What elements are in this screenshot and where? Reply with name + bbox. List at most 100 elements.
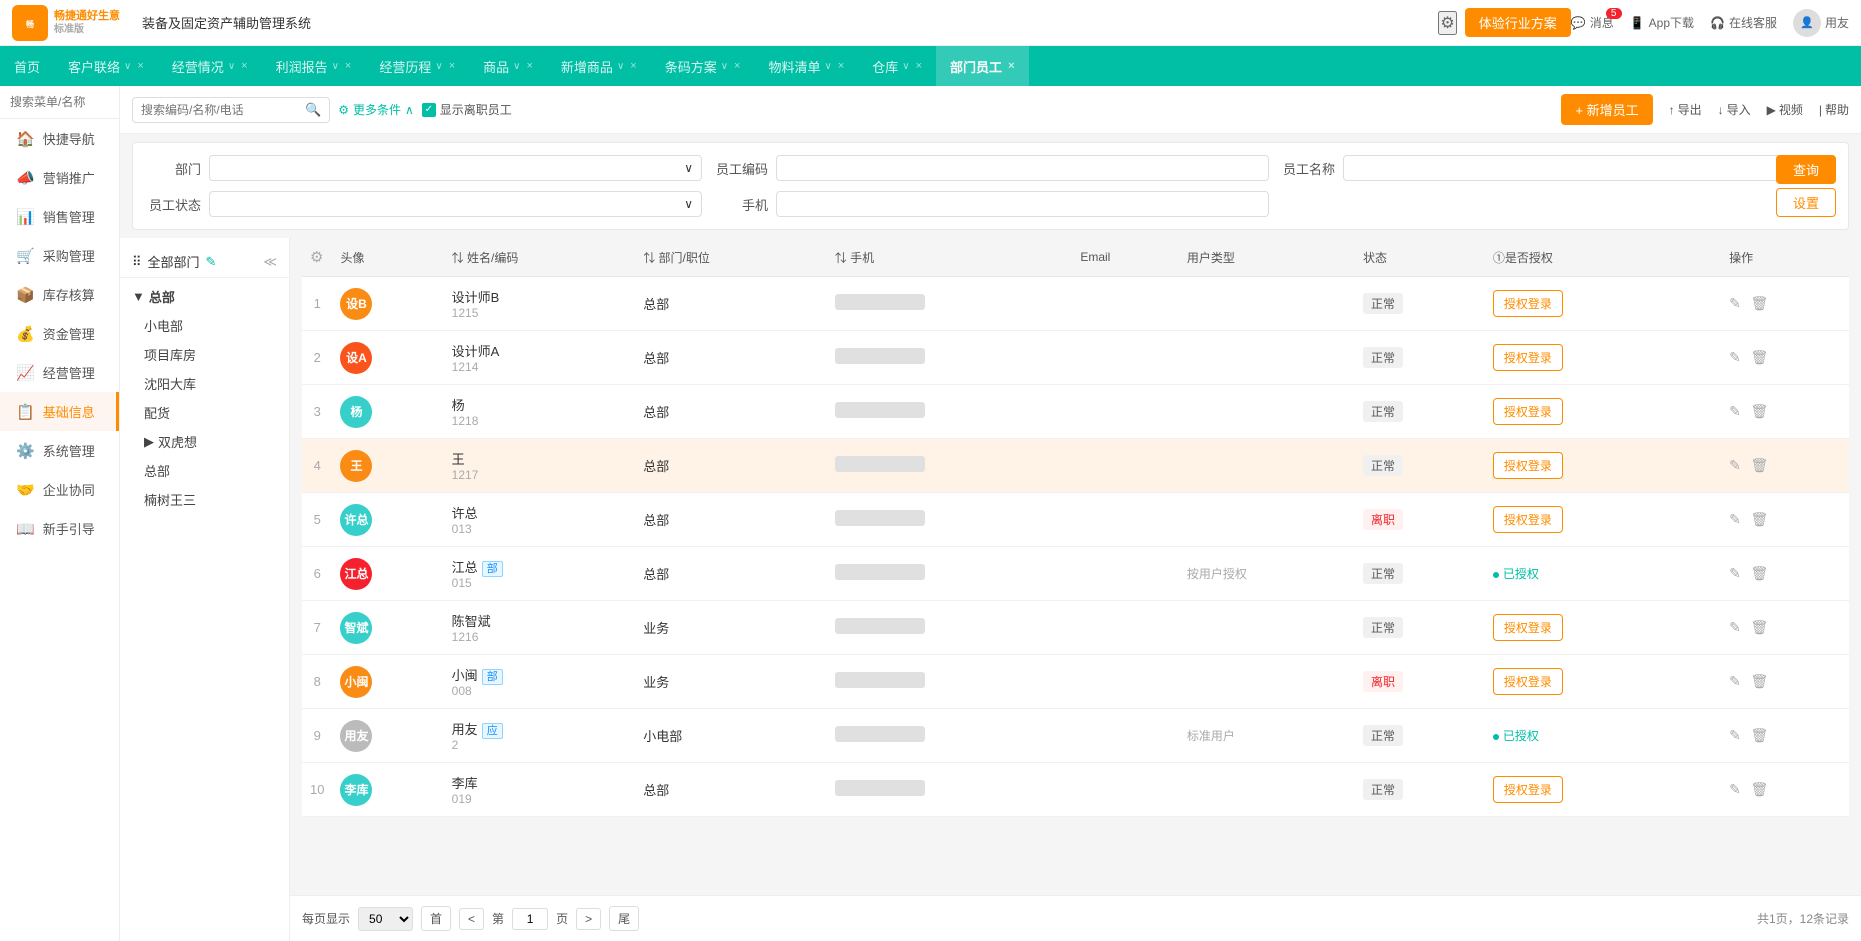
sidebar-item-collab[interactable]: 🤝 企业协同 [0, 470, 119, 509]
tab-operation[interactable]: 经营情况 ∨× [158, 46, 262, 86]
row-delete-btn[interactable]: 🗑 [1751, 511, 1769, 527]
grant-btn[interactable]: 授权登录 [1493, 344, 1563, 371]
trial-btn[interactable]: 体验行业方案 [1465, 8, 1571, 37]
grant-btn[interactable]: 授权登录 [1493, 452, 1563, 479]
page-size-select[interactable]: 50 100 [358, 907, 413, 931]
sidebar-item-sysmanage[interactable]: ⚙️ 系统管理 [0, 431, 119, 470]
row-delete-btn[interactable]: 🗑 [1751, 781, 1769, 797]
row-phone [827, 763, 1073, 817]
row-delete-btn[interactable]: 🗑 [1751, 349, 1769, 365]
page-next-btn[interactable]: > [576, 908, 601, 930]
tree-node-shenyang[interactable]: 沈阳大库 [120, 369, 289, 398]
tab-goods[interactable]: 商品 ∨× [469, 46, 547, 86]
row-edit-btn[interactable]: ✎ [1729, 781, 1741, 797]
sidebar-item-inventory[interactable]: 📦 库存核算 [0, 275, 119, 314]
page-prev-btn[interactable]: < [459, 908, 484, 930]
row-edit-btn[interactable]: ✎ [1729, 403, 1741, 419]
tree-node-nanshu[interactable]: 楠树王三 [120, 485, 289, 514]
grant-btn[interactable]: 授权登录 [1493, 398, 1563, 425]
grant-btn[interactable]: 授权登录 [1493, 290, 1563, 317]
row-delete-btn[interactable]: 🗑 [1751, 457, 1769, 473]
row-edit-btn[interactable]: ✎ [1729, 349, 1741, 365]
page-first-btn[interactable]: 首 [421, 906, 451, 931]
tab-bom[interactable]: 物料清单 ∨× [754, 46, 858, 86]
tab-home[interactable]: 首页 [0, 46, 54, 86]
row-delete-btn[interactable]: 🗑 [1751, 673, 1769, 689]
tree-node-parent-hq[interactable]: ▼ 总部 [120, 282, 289, 311]
sidebar-item-marketing[interactable]: 📣 营销推广 [0, 158, 119, 197]
msg-action[interactable]: 💬 消息 5 [1571, 14, 1614, 31]
row-edit-btn[interactable]: ✎ [1729, 295, 1741, 311]
sidebar-item-finance[interactable]: 💰 资金管理 [0, 314, 119, 353]
dept-select[interactable]: ∨ [209, 155, 702, 181]
import-btn[interactable]: ↓ 导入 [1718, 101, 1751, 118]
row-edit-btn[interactable]: ✎ [1729, 673, 1741, 689]
row-edit-btn[interactable]: ✎ [1729, 511, 1741, 527]
grant-btn[interactable]: 授权登录 [1493, 614, 1563, 641]
tree-node-xiangmu[interactable]: 项目库房 [120, 340, 289, 369]
search-input[interactable] [141, 103, 301, 117]
row-edit-btn[interactable]: ✎ [1729, 565, 1741, 581]
tab-barcode[interactable]: 条码方案 ∨× [651, 46, 755, 86]
sidebar-item-basicinfo[interactable]: 📋 基础信息 [0, 392, 119, 431]
col-auth: ①是否授权 [1485, 238, 1684, 277]
video-btn[interactable]: ▶ 视频 [1767, 101, 1803, 118]
dept-collapse-icon[interactable]: ≪ [263, 254, 277, 270]
row-edit-btn[interactable]: ✎ [1729, 457, 1741, 473]
tab-warehouse[interactable]: 仓库 ∨× [858, 46, 936, 86]
tab-employees[interactable]: 部门员工 × [936, 46, 1028, 86]
empname-input[interactable] [1343, 155, 1836, 181]
tag: 部 [482, 669, 503, 685]
sidebar-item-guide[interactable]: 📖 新手引导 [0, 509, 119, 548]
tree-node-zongbu[interactable]: 总部 [120, 456, 289, 485]
export-btn[interactable]: ↑ 导出 [1669, 101, 1702, 118]
row-edit-btn[interactable]: ✎ [1729, 619, 1741, 635]
sidebar-item-sales[interactable]: 📊 销售管理 [0, 197, 119, 236]
row-delete-btn[interactable]: 🗑 [1751, 295, 1769, 311]
grant-btn[interactable]: 授权登录 [1493, 668, 1563, 695]
grant-btn[interactable]: 授权登录 [1493, 506, 1563, 533]
app-download-action[interactable]: 📱 App下载 [1630, 14, 1694, 31]
more-filter-btn[interactable]: ⚙ 更多条件 ∧ [338, 101, 414, 118]
dept-edit-icon[interactable]: ✎ [206, 254, 217, 270]
phone-label: 手机 [712, 195, 768, 214]
tab-history[interactable]: 经营历程 ∨× [365, 46, 469, 86]
settings-btn[interactable]: ⚙ [1438, 11, 1456, 35]
col-name[interactable]: ⇅ 姓名/编码 [444, 238, 636, 277]
row-no: 2 [302, 331, 332, 385]
phone-input[interactable] [776, 191, 1269, 217]
tab-customer[interactable]: 客户联络 ∨× [54, 46, 158, 86]
row-delete-btn[interactable]: 🗑 [1751, 565, 1769, 581]
tree-node-xiaodibu[interactable]: 小电部 [120, 311, 289, 340]
status-select[interactable]: ∨ [209, 191, 702, 217]
reset-btn[interactable]: 设置 [1776, 188, 1836, 217]
sidebar-item-purchase[interactable]: 🛒 采购管理 [0, 236, 119, 275]
col-dept[interactable]: ⇅ 部门/职位 [635, 238, 827, 277]
grant-btn[interactable]: 授权登录 [1493, 776, 1563, 803]
page-last-btn[interactable]: 尾 [609, 906, 639, 931]
table-settings-icon[interactable]: ⚙ [310, 249, 323, 266]
resigned-checkbox[interactable]: ✓ [422, 103, 436, 117]
show-resigned-toggle[interactable]: ✓ 显示离职员工 [422, 101, 512, 118]
row-delete-btn[interactable]: 🗑 [1751, 403, 1769, 419]
page-input[interactable] [512, 908, 548, 930]
online-service-action[interactable]: 🎧 在线客服 [1710, 14, 1777, 31]
help-btn[interactable]: | 帮助 [1819, 101, 1849, 118]
query-btn[interactable]: 查询 [1776, 155, 1836, 184]
sidebar-item-bizmanage[interactable]: 📈 经营管理 [0, 353, 119, 392]
sidebar-search[interactable]: 🔍 [0, 86, 119, 119]
sidebar-search-input[interactable] [10, 95, 120, 109]
row-extra [1684, 601, 1721, 655]
row-delete-btn[interactable]: 🗑 [1751, 619, 1769, 635]
row-delete-btn[interactable]: 🗑 [1751, 727, 1769, 743]
empcode-input[interactable] [776, 155, 1269, 181]
user-action[interactable]: 👤 用友 [1793, 9, 1849, 37]
row-edit-btn[interactable]: ✎ [1729, 727, 1741, 743]
add-employee-btn[interactable]: + 新增员工 [1561, 94, 1652, 125]
tab-newgoods[interactable]: 新增商品 ∨× [547, 46, 651, 86]
col-phone[interactable]: ⇅ 手机 [827, 238, 1073, 277]
tree-node-shuanghu[interactable]: ▶ 双虎想 [120, 427, 289, 456]
tab-profit[interactable]: 利润报告 ∨× [262, 46, 366, 86]
tree-node-peihuo[interactable]: 配货 [120, 398, 289, 427]
sidebar-item-quicknav[interactable]: 🏠 快捷导航 [0, 119, 119, 158]
